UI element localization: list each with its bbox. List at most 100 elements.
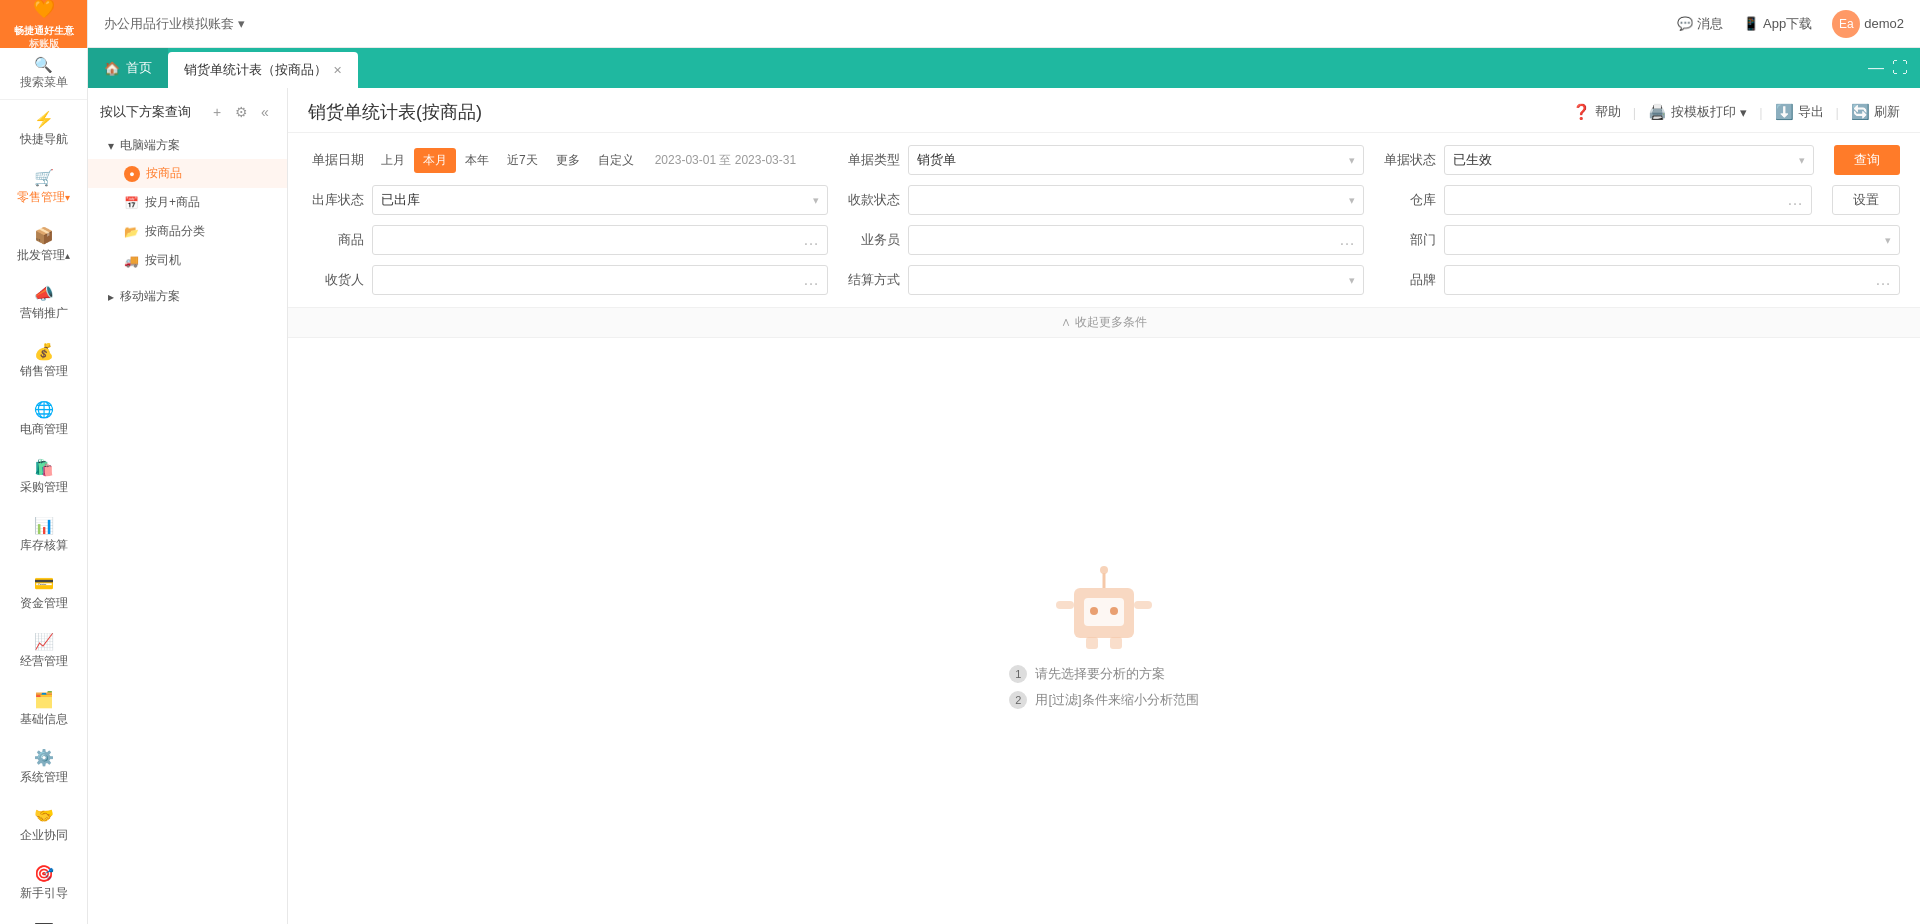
svg-rect-7 [1134,601,1152,609]
header-left: 办公用品行业模拟账套 ▾ [104,15,245,33]
sidebar-item-system[interactable]: ⚙️ 系统管理 [0,738,87,796]
top-header: 办公用品行业模拟账套 ▾ 💬 消息 📱 App下载 Ea demo2 [88,0,1920,48]
filter-department-field: 部门 ▾ [1380,225,1900,255]
sidebar-item-wholesale[interactable]: 📦 批发管理 ▴ [0,216,87,274]
filter-row-2: 出库状态 已出库 ▾ 收款状态 ▾ [308,185,1900,215]
sidebar-item-enterprise[interactable]: 🤝 企业协同 [0,796,87,854]
settings-btn[interactable]: 设置 [1832,185,1900,215]
app-download-btn[interactable]: 📱 App下载 [1743,15,1812,33]
help-btn[interactable]: ❓ 帮助 [1572,103,1621,121]
workspace-selector[interactable]: 办公用品行业模拟账套 ▾ [104,15,245,33]
scheme-header: 按以下方案查询 + ⚙ « [88,96,287,128]
scheme-add-btn[interactable]: + [207,102,227,122]
consignee-input[interactable]: … [372,265,828,295]
refresh-label: 刷新 [1874,103,1900,121]
date-range-text: 2023-03-01 至 2023-03-31 [655,152,796,169]
empty-illustration [1044,553,1164,653]
collapse-bar[interactable]: ∧ 收起更多条件 [288,308,1920,338]
salesperson-label: 业务员 [844,231,900,249]
date-btn-this-month[interactable]: 本月 [414,148,456,173]
doc-type-select[interactable]: 销货单 ▾ [908,145,1364,175]
scheme-item-by-warehouse[interactable]: 🚚 按司机 [88,246,287,275]
scheme-group-pc-title[interactable]: ▾ 电脑端方案 [88,132,287,159]
refresh-btn[interactable]: 🔄 刷新 [1851,103,1900,121]
doc-type-label: 单据类型 [844,151,900,169]
tab-home[interactable]: 🏠 首页 [88,48,168,88]
template-print-btn[interactable]: 🖨️ 按模板打印 ▾ [1648,103,1747,121]
scheme-item-by-category[interactable]: 📂 按商品分类 [88,217,287,246]
doc-status-value: 已生效 [1453,151,1492,169]
sidebar-item-apps[interactable]: 🔲 应用中心 [0,912,87,924]
collapse-label: ∧ 收起更多条件 [1061,315,1146,329]
scheme-item-by-month-product[interactable]: 📅 按月+商品 [88,188,287,217]
date-btn-more[interactable]: 更多 [547,148,589,173]
scheme-panel: 按以下方案查询 + ⚙ « ▾ 电脑端方案 ● 按商品 📅 [88,88,288,924]
sidebar-item-retail[interactable]: 🛒 零售管理 ▾ [0,158,87,216]
wholesale-label: 批发管理 [17,247,65,264]
filter-consignee-field: 收货人 … [308,265,828,295]
logo-sub: 标账版 [29,37,59,50]
filter-doc-status-field: 单据状态 已生效 ▾ 查询 [1380,145,1900,175]
tab-maximize-btn[interactable]: ⛶ [1892,59,1908,77]
scheme-group-pc-label: 电脑端方案 [120,137,180,154]
date-btn-custom[interactable]: 自定义 [589,148,643,173]
marketing-icon: 📣 [34,284,54,303]
help-icon: ❓ [1572,103,1591,121]
sidebar-item-finance[interactable]: 💳 资金管理 [0,564,87,622]
brand-dots-icon[interactable]: … [1875,271,1891,289]
system-label: 系统管理 [20,769,68,786]
user-area[interactable]: Ea demo2 [1832,10,1904,38]
search-menu-item[interactable]: 🔍 搜索菜单 [0,48,87,100]
sidebar-item-operations[interactable]: 📈 经营管理 [0,622,87,680]
department-select[interactable]: ▾ [1444,225,1900,255]
sidebar-item-sales[interactable]: 💰 销售管理 [0,332,87,390]
filter-payment-status-field: 收款状态 ▾ [844,185,1364,215]
sidebar-item-ecommerce[interactable]: 🌐 电商管理 [0,390,87,448]
message-btn[interactable]: 💬 消息 [1677,15,1723,33]
sidebar-item-quick-nav[interactable]: ⚡ 快捷导航 [0,100,87,158]
sidebar-item-marketing[interactable]: 📣 营销推广 [0,274,87,332]
out-status-value: 已出库 [381,191,420,209]
filter-doc-type-field: 单据类型 销货单 ▾ [844,145,1364,175]
consignee-dots-icon[interactable]: … [803,271,819,289]
salesperson-dots-icon[interactable]: … [1339,231,1355,249]
scheme-group-mobile-title[interactable]: ▸ 移动端方案 [88,283,287,310]
empty-state: 1 请先选择要分析的方案 2 用[过滤]条件来缩小分析范围 [288,338,1920,924]
tab-close-icon[interactable]: ✕ [333,64,342,77]
warehouse-input[interactable]: … [1444,185,1812,215]
sales-label: 销售管理 [20,363,68,380]
tab-minimize-btn[interactable]: — [1868,59,1884,77]
message-icon: 💬 [1677,16,1693,31]
out-status-select[interactable]: 已出库 ▾ [372,185,828,215]
settlement-select[interactable]: ▾ [908,265,1364,295]
date-btn-this-year[interactable]: 本年 [456,148,498,173]
tab-report[interactable]: 销货单统计表（按商品） ✕ [168,52,358,88]
scheme-item-by-product[interactable]: ● 按商品 [88,159,287,188]
product-input[interactable]: … [372,225,828,255]
warehouse-dots-icon[interactable]: … [1787,191,1803,209]
user-avatar: Ea [1832,10,1860,38]
sidebar-item-purchase[interactable]: 🛍️ 采购管理 [0,448,87,506]
query-btn[interactable]: 查询 [1834,145,1900,175]
brand-input[interactable]: … [1444,265,1900,295]
scheme-group-pc-arrow: ▾ [108,139,114,153]
tabbar-actions: — ⛶ [1868,48,1920,88]
export-btn[interactable]: ⬇️ 导出 [1775,103,1824,121]
scheme-collapse-btn[interactable]: « [255,102,275,122]
scheme-settings-btn[interactable]: ⚙ [231,102,251,122]
scheme-header-actions: + ⚙ « [207,102,275,122]
date-btn-7days[interactable]: 近7天 [498,148,547,173]
salesperson-input[interactable]: … [908,225,1364,255]
sidebar-item-basic[interactable]: 🗂️ 基础信息 [0,680,87,738]
date-btn-last-month[interactable]: 上月 [372,148,414,173]
sidebar-item-guide[interactable]: 🎯 新手引导 [0,854,87,912]
product-dots-icon[interactable]: … [803,231,819,249]
payment-status-select[interactable]: ▾ [908,185,1364,215]
finance-icon: 💳 [34,574,54,593]
sidebar-item-inventory[interactable]: 📊 库存核算 [0,506,87,564]
scheme-header-title: 按以下方案查询 [100,103,191,121]
marketing-label: 营销推广 [20,305,68,322]
department-label: 部门 [1380,231,1436,249]
scheme-item-category-icon: 📂 [124,225,139,239]
doc-status-select[interactable]: 已生效 ▾ [1444,145,1814,175]
